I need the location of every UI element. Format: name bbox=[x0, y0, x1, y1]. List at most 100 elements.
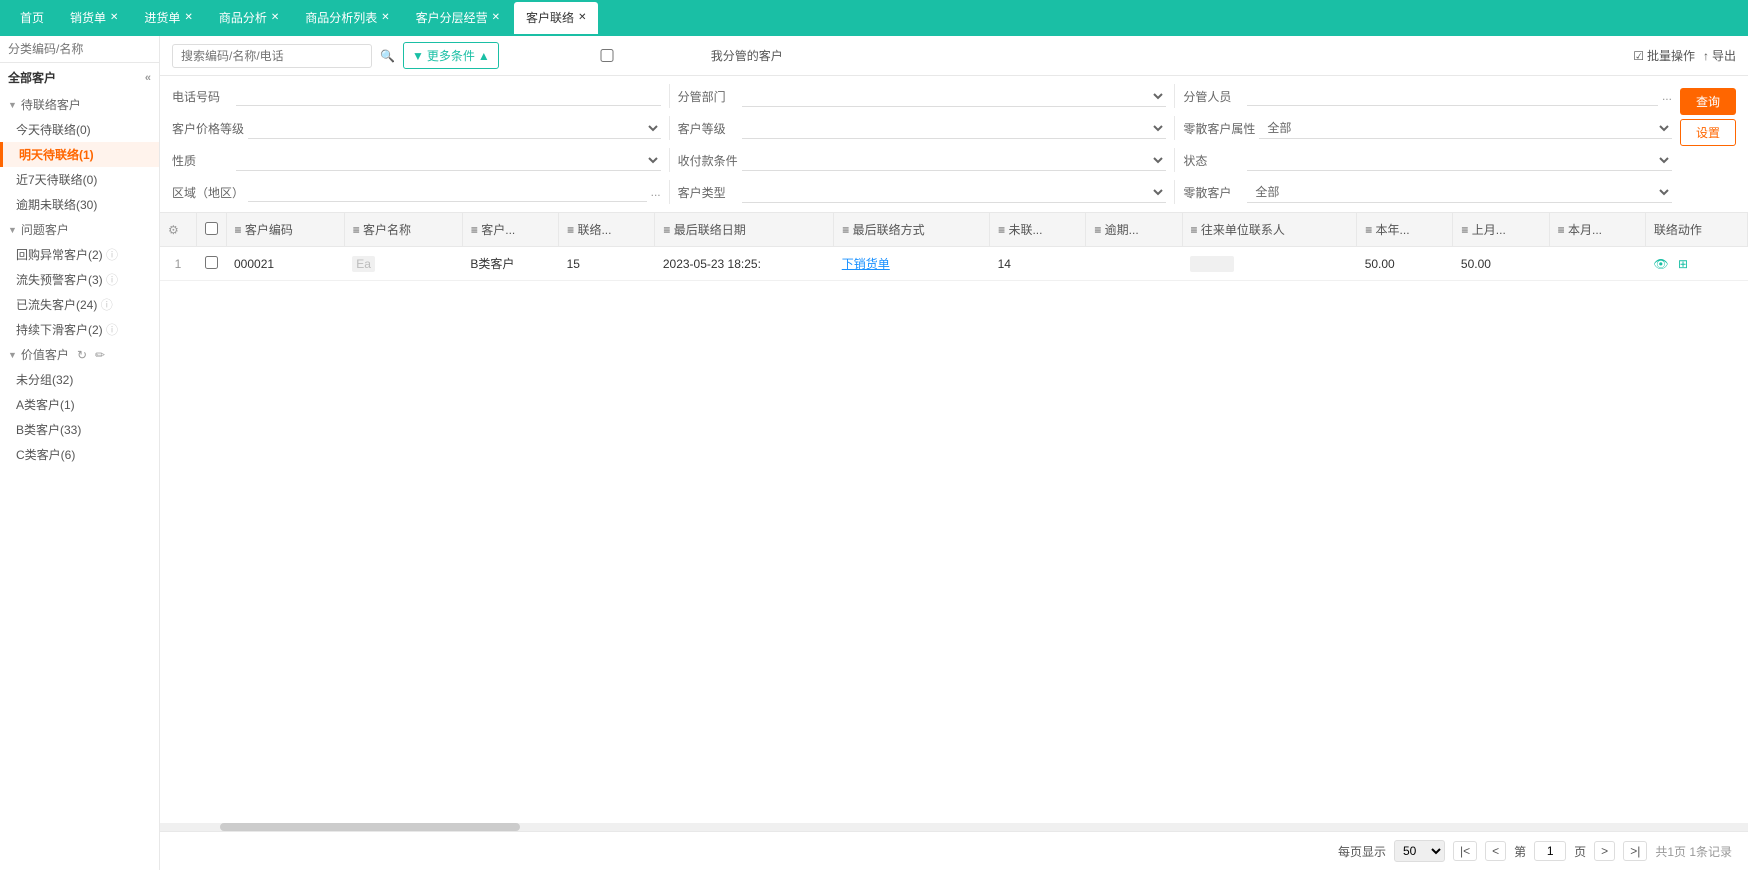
sidebar-search-area: 🔍 bbox=[0, 36, 159, 63]
th-customer-code[interactable]: ≡ 客户编码 bbox=[226, 213, 344, 247]
sidebar-group-problem-customers[interactable]: 问题客户 bbox=[0, 217, 159, 242]
th-checkbox bbox=[196, 213, 226, 247]
manager-more-icon[interactable]: ... bbox=[1662, 89, 1672, 103]
sidebar-item-class-c[interactable]: C类客户(6) bbox=[0, 442, 159, 467]
th-customer-type[interactable]: ≡ 客户... bbox=[462, 213, 558, 247]
th-contact-count[interactable]: ≡ 联络... bbox=[559, 213, 655, 247]
sidebar-item-churn-warning[interactable]: 流失预警客户(3) ⓘ bbox=[0, 267, 159, 292]
th-unit-contact[interactable]: ≡ 往来单位联系人 bbox=[1182, 213, 1357, 247]
nav-sales-order[interactable]: 销货单 ✕ bbox=[58, 2, 130, 34]
sidebar-item-tomorrow-contact[interactable]: 明天待联络(1) bbox=[0, 142, 159, 167]
last-contact-link[interactable]: 下销货单 bbox=[842, 257, 890, 271]
page-unit: 页 bbox=[1574, 843, 1586, 860]
more-conditions-button[interactable]: ▼ 更多条件 ▲ bbox=[403, 42, 499, 69]
sidebar-search-input[interactable] bbox=[8, 42, 160, 56]
payment-terms-select[interactable] bbox=[742, 150, 1167, 171]
per-page-select[interactable]: 50 10 20 100 bbox=[1394, 840, 1445, 862]
customer-type-select[interactable] bbox=[742, 182, 1167, 203]
sidebar-item-class-b[interactable]: B类客户(33) bbox=[0, 417, 159, 442]
nav-customer-contact[interactable]: 客户联络 ✕ bbox=[514, 2, 598, 34]
eye-icon[interactable]: 👁 bbox=[1653, 257, 1668, 271]
filter-retail-attr: 零散客户属性 全部 bbox=[1183, 118, 1672, 139]
department-select[interactable] bbox=[742, 86, 1167, 107]
close-icon[interactable]: ✕ bbox=[381, 13, 389, 23]
close-icon[interactable]: ✕ bbox=[184, 13, 192, 23]
th-customer-name[interactable]: ≡ 客户名称 bbox=[344, 213, 462, 247]
checkbox-icon: ☑ bbox=[1633, 49, 1644, 63]
scrollbar-thumb[interactable] bbox=[220, 823, 520, 831]
page-input[interactable] bbox=[1534, 841, 1566, 861]
td-customer-name: Ea bbox=[344, 247, 462, 281]
collapse-icon: « bbox=[145, 72, 151, 84]
nav-home[interactable]: 首页 bbox=[8, 2, 56, 34]
sidebar-item-overdue-contact[interactable]: 逾期未联络(30) bbox=[0, 192, 159, 217]
nav-product-analysis[interactable]: 商品分析 ✕ bbox=[207, 2, 291, 34]
retail-customer-select[interactable]: 全部 bbox=[1247, 182, 1672, 203]
batch-operation-button[interactable]: ☑ 批量操作 bbox=[1633, 47, 1695, 64]
td-this-year: 50.00 bbox=[1357, 247, 1453, 281]
prev-page-button[interactable]: < bbox=[1485, 841, 1506, 861]
filter-row-2: 客户价格等级 客户等级 零散客户属性 全部 bbox=[172, 116, 1672, 140]
filter-customer-type: 客户类型 bbox=[678, 182, 1167, 203]
filter-retail-customer: 零散客户 全部 bbox=[1183, 182, 1672, 203]
sidebar-item-ungrouped[interactable]: 未分组(32) bbox=[0, 367, 159, 392]
select-all-checkbox[interactable] bbox=[205, 222, 218, 235]
sidebar-item-today-contact[interactable]: 今天待联络(0) bbox=[0, 117, 159, 142]
my-customers-checkbox[interactable]: 我分管的客户 bbox=[507, 47, 783, 64]
nav-customer-segmentation[interactable]: 客户分层经营 ✕ bbox=[404, 2, 512, 34]
settings-icon[interactable]: ⚙ bbox=[168, 223, 179, 237]
nav-product-analysis-list[interactable]: 商品分析列表 ✕ bbox=[293, 2, 401, 34]
sidebar-group-value-customers[interactable]: 价值客户 ↻ ✏ bbox=[0, 342, 159, 367]
th-un-contact[interactable]: ≡ 未联... bbox=[990, 213, 1086, 247]
first-page-button[interactable]: |< bbox=[1453, 841, 1477, 861]
th-last-month[interactable]: ≡ 上月... bbox=[1453, 213, 1549, 247]
close-icon[interactable]: ✕ bbox=[110, 13, 118, 23]
row-checkbox[interactable] bbox=[205, 256, 218, 269]
nav-purchase-order[interactable]: 进货单 ✕ bbox=[132, 2, 204, 34]
export-button[interactable]: ↑ 导出 bbox=[1703, 47, 1736, 64]
manager-input[interactable] bbox=[1247, 87, 1658, 106]
price-level-select[interactable] bbox=[248, 118, 661, 139]
th-this-year[interactable]: ≡ 本年... bbox=[1357, 213, 1453, 247]
th-overdue[interactable]: ≡ 逾期... bbox=[1086, 213, 1182, 247]
filter-department: 分管部门 bbox=[678, 86, 1167, 107]
close-icon[interactable]: ✕ bbox=[492, 13, 500, 23]
filter-row-4: 区域（地区） ... 客户类型 零散客户 全部 bbox=[172, 180, 1672, 204]
customer-level-select[interactable] bbox=[742, 118, 1167, 139]
query-button[interactable]: 查询 bbox=[1680, 88, 1736, 115]
close-icon[interactable]: ✕ bbox=[271, 13, 279, 23]
my-customers-check[interactable] bbox=[507, 49, 707, 62]
pagination: 每页显示 50 10 20 100 |< < 第 页 > >| 共1页 1条记录 bbox=[160, 831, 1748, 870]
th-last-contact-method[interactable]: ≡ 最后联络方式 bbox=[834, 213, 990, 247]
close-icon[interactable]: ✕ bbox=[578, 13, 586, 23]
status-select[interactable] bbox=[1247, 150, 1672, 171]
sidebar-item-7day-contact[interactable]: 近7天待联络(0) bbox=[0, 167, 159, 192]
retail-attr-select[interactable]: 全部 bbox=[1259, 118, 1672, 139]
td-customer-type: B类客户 bbox=[462, 247, 558, 281]
horizontal-scrollbar[interactable] bbox=[160, 823, 1748, 831]
sidebar-group-pending-contact[interactable]: 待联络客户 bbox=[0, 92, 159, 117]
sidebar-item-class-a[interactable]: A类客户(1) bbox=[0, 392, 159, 417]
td-un-contact: 14 bbox=[990, 247, 1086, 281]
th-this-month[interactable]: ≡ 本月... bbox=[1549, 213, 1645, 247]
advanced-filter-panel: 电话号码 分管部门 分管人员 ... bbox=[160, 76, 1748, 213]
all-customers-header[interactable]: 全部客户 « bbox=[0, 63, 159, 92]
region-more-icon[interactable]: ... bbox=[651, 185, 661, 199]
td-customer-code: 000021 bbox=[226, 247, 344, 281]
sidebar-item-repurchase-abnormal[interactable]: 回购异常客户(2) ⓘ bbox=[0, 242, 159, 267]
settings-button[interactable]: 设置 bbox=[1680, 119, 1736, 146]
search-button[interactable]: 🔍 bbox=[380, 49, 395, 63]
last-page-button[interactable]: >| bbox=[1623, 841, 1647, 861]
phone-input[interactable] bbox=[236, 87, 661, 106]
grid-icon[interactable]: ⊞ bbox=[1678, 257, 1688, 271]
sidebar-item-declining[interactable]: 持续下滑客户(2) ⓘ bbox=[0, 317, 159, 342]
nature-select[interactable] bbox=[236, 150, 661, 171]
next-page-button[interactable]: > bbox=[1594, 841, 1615, 861]
region-input[interactable] bbox=[248, 183, 647, 202]
filter-phone: 电话号码 bbox=[172, 87, 661, 106]
filter-row-3: 性质 收付款条件 状态 bbox=[172, 148, 1672, 172]
th-last-contact-date[interactable]: ≡ 最后联络日期 bbox=[655, 213, 834, 247]
td-unit-contact bbox=[1182, 247, 1357, 281]
sidebar-item-churned[interactable]: 已流失客户(24) ⓘ bbox=[0, 292, 159, 317]
search-input[interactable] bbox=[172, 44, 372, 68]
